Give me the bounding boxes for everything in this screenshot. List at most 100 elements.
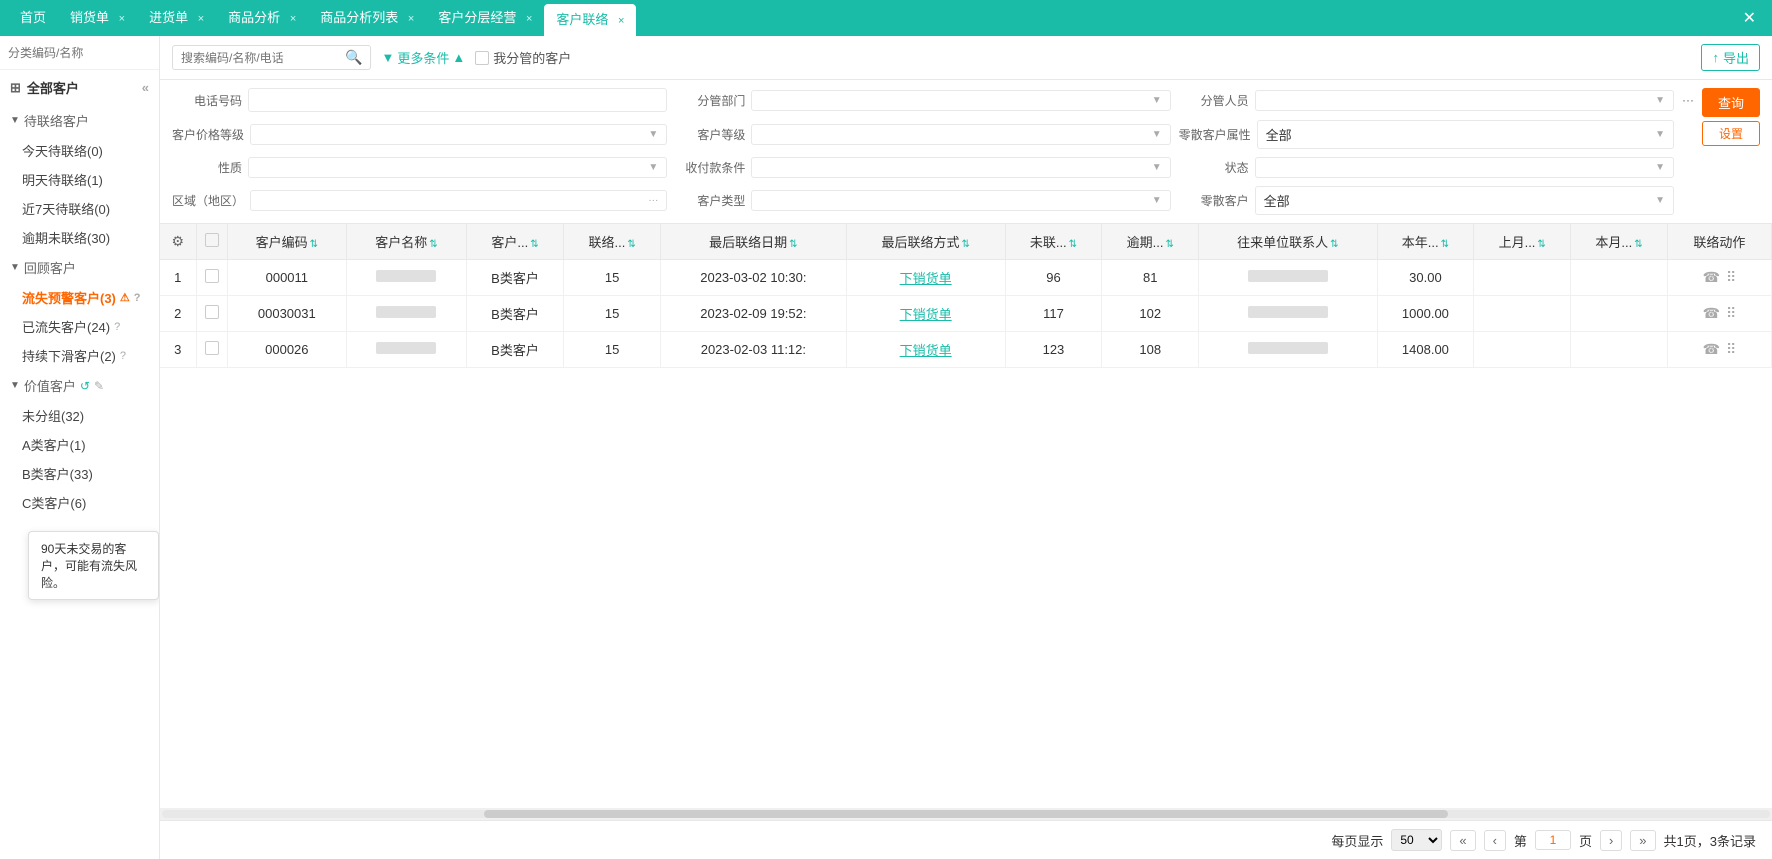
filter-more-dots[interactable]: ··· xyxy=(1682,93,1694,107)
more-filter-button[interactable]: ▼ 更多条件 ▲ xyxy=(381,48,465,67)
th-not-linked[interactable]: 未联...⇅ xyxy=(1005,224,1102,260)
action-phone-icon[interactable]: ☎ xyxy=(1703,269,1720,286)
filter-nature: 性质 ▼ xyxy=(172,157,667,178)
th-gear[interactable]: ⚙ xyxy=(160,224,196,260)
sidebar-item-overdue[interactable]: 逾期未联络(30) xyxy=(0,223,159,252)
nav-customer-contact-close[interactable]: × xyxy=(618,15,624,27)
filter-customer-type-select[interactable]: ▼ xyxy=(751,190,1170,211)
nav-goods-list-close[interactable]: × xyxy=(408,13,414,25)
search-icon[interactable]: 🔍 xyxy=(345,49,362,66)
checkbox-icon[interactable] xyxy=(475,51,489,65)
per-page-select[interactable]: 50 100 200 xyxy=(1391,829,1442,851)
refresh-icon[interactable]: ↺ xyxy=(80,379,90,393)
row-last-way[interactable]: 下销货单 xyxy=(846,260,1005,296)
nav-goods-analysis[interactable]: 商品分析 × xyxy=(216,0,308,36)
sidebar-item-class-a[interactable]: A类客户(1) xyxy=(0,430,159,459)
horizontal-scrollbar[interactable] xyxy=(160,808,1772,820)
query-button[interactable]: 查询 xyxy=(1702,88,1760,117)
filter-status-select[interactable]: ▼ xyxy=(1255,157,1674,178)
sidebar-group-review[interactable]: ▼ 回顾客户 xyxy=(0,252,159,283)
sidebar-item-today[interactable]: 今天待联络(0) xyxy=(0,136,159,165)
sidebar-item-7days[interactable]: 近7天待联络(0) xyxy=(0,194,159,223)
th-this-month[interactable]: 本月...⇅ xyxy=(1571,224,1668,260)
my-customers-checkbox[interactable]: 我分管的客户 xyxy=(475,48,571,67)
action-more-icon[interactable]: ⠿ xyxy=(1726,305,1736,322)
next-page-button[interactable]: › xyxy=(1600,830,1622,851)
filter-region-select[interactable]: ··· xyxy=(250,190,667,211)
filter-person-select[interactable]: ▼ xyxy=(1255,90,1674,111)
row-actions: ☎ ⠿ xyxy=(1667,260,1771,296)
row-checkbox[interactable] xyxy=(196,332,227,368)
sidebar-group-pending[interactable]: ▼ 待联络客户 xyxy=(0,105,159,136)
nav-purchase[interactable]: 进货单 × xyxy=(137,0,216,36)
th-name[interactable]: 客户名称⇅ xyxy=(347,224,467,260)
action-more-icon[interactable]: ⠿ xyxy=(1726,341,1736,358)
nav-customer-layer-close[interactable]: × xyxy=(526,13,532,25)
action-more-icon[interactable]: ⠿ xyxy=(1726,269,1736,286)
nav-customer-contact[interactable]: 客户联络 × xyxy=(544,4,636,36)
filter-phone-input[interactable] xyxy=(248,88,667,112)
last-page-button[interactable]: » xyxy=(1630,830,1655,851)
nav-goods-analysis-close[interactable]: × xyxy=(290,13,296,25)
th-code[interactable]: 客户编码⇅ xyxy=(227,224,347,260)
filter-retail-attr-select[interactable]: 全部 ▼ xyxy=(1257,120,1674,149)
th-contacts[interactable]: 往来单位联系人⇅ xyxy=(1199,224,1377,260)
export-button[interactable]: ↑ 导出 xyxy=(1701,44,1760,71)
sidebar-group-value[interactable]: ▼ 价值客户 ↺ ✎ xyxy=(0,370,159,401)
filter-nature-select[interactable]: ▼ xyxy=(248,157,667,178)
th-contact-label: 联络... xyxy=(588,235,625,250)
first-page-button[interactable]: « xyxy=(1450,830,1475,851)
th-last-date[interactable]: 最后联络日期⇅ xyxy=(661,224,847,260)
th-last-month[interactable]: 上月...⇅ xyxy=(1474,224,1571,260)
nav-sales-close[interactable]: × xyxy=(119,13,125,25)
sidebar-item-ungrouped[interactable]: 未分组(32) xyxy=(0,401,159,430)
header-checkbox[interactable] xyxy=(205,233,219,247)
nav-customer-layer[interactable]: 客户分层经营 × xyxy=(426,0,544,36)
help-icon-churned[interactable]: ? xyxy=(114,321,120,333)
nav-purchase-close[interactable]: × xyxy=(198,13,204,25)
sidebar-item-churn-warning[interactable]: 流失预警客户(3) ⚠ ? xyxy=(0,283,159,312)
filter-person: 分管人员 ▼ xyxy=(1179,90,1674,111)
th-contact[interactable]: 联络...⇅ xyxy=(564,224,661,260)
row-overdue: 102 xyxy=(1102,296,1199,332)
search-input[interactable] xyxy=(181,51,341,65)
sidebar-item-class-c[interactable]: C类客户(6) xyxy=(0,488,159,517)
sidebar-all-customers[interactable]: ⊞ 全部客户 « xyxy=(0,70,159,105)
sidebar-search-input[interactable] xyxy=(8,46,160,60)
th-this-year[interactable]: 本年...⇅ xyxy=(1377,224,1474,260)
sidebar-item-tomorrow[interactable]: 明天待联络(1) xyxy=(0,165,159,194)
sidebar-item-churned[interactable]: 已流失客户(24) ? xyxy=(0,312,159,341)
filter-payment-select[interactable]: ▼ xyxy=(751,157,1170,178)
window-close-button[interactable]: ✕ xyxy=(1735,8,1764,28)
gear-icon[interactable]: ⚙ xyxy=(171,233,184,249)
th-last-way[interactable]: 最后联络方式⇅ xyxy=(846,224,1005,260)
filter-dept-select[interactable]: ▼ xyxy=(751,90,1170,111)
nav-goods-list[interactable]: 商品分析列表 × xyxy=(308,0,426,36)
prev-page-button[interactable]: ‹ xyxy=(1484,830,1506,851)
nav-home[interactable]: 首页 xyxy=(8,0,58,36)
row-last-way[interactable]: 下销货单 xyxy=(846,332,1005,368)
scrollbar-thumb[interactable] xyxy=(484,810,1449,818)
sidebar-collapse-icon[interactable]: « xyxy=(142,80,149,95)
filter-price-select[interactable]: ▼ xyxy=(250,124,667,145)
customer-table: ⚙ 客户编码⇅ 客户名称⇅ 客户...⇅ 联络...⇅ 最后联络日期⇅ 最后联络… xyxy=(160,224,1772,368)
row-checkbox[interactable] xyxy=(196,260,227,296)
action-phone-icon[interactable]: ☎ xyxy=(1703,305,1720,322)
sidebar-item-class-b[interactable]: B类客户(33) xyxy=(0,459,159,488)
th-overdue[interactable]: 逾期...⇅ xyxy=(1102,224,1199,260)
settings-button[interactable]: 设置 xyxy=(1702,121,1760,146)
action-phone-icon[interactable]: ☎ xyxy=(1703,341,1720,358)
row-last-way[interactable]: 下销货单 xyxy=(846,296,1005,332)
export-icon: ↑ xyxy=(1712,50,1719,65)
help-icon-declining[interactable]: ? xyxy=(120,350,126,362)
edit-icon[interactable]: ✎ xyxy=(94,379,104,393)
row-checkbox[interactable] xyxy=(196,296,227,332)
sidebar-item-declining[interactable]: 持续下滑客户(2) ? xyxy=(0,341,159,370)
th-type[interactable]: 客户...⇅ xyxy=(466,224,563,260)
page-input[interactable] xyxy=(1535,830,1571,850)
sort-icon-11: ⇅ xyxy=(1537,239,1545,250)
nav-sales[interactable]: 销货单 × xyxy=(58,0,137,36)
filter-retail-select[interactable]: 全部 ▼ xyxy=(1255,186,1674,215)
filter-customer-level-select[interactable]: ▼ xyxy=(751,124,1170,145)
help-icon-churn[interactable]: ? xyxy=(134,292,141,304)
